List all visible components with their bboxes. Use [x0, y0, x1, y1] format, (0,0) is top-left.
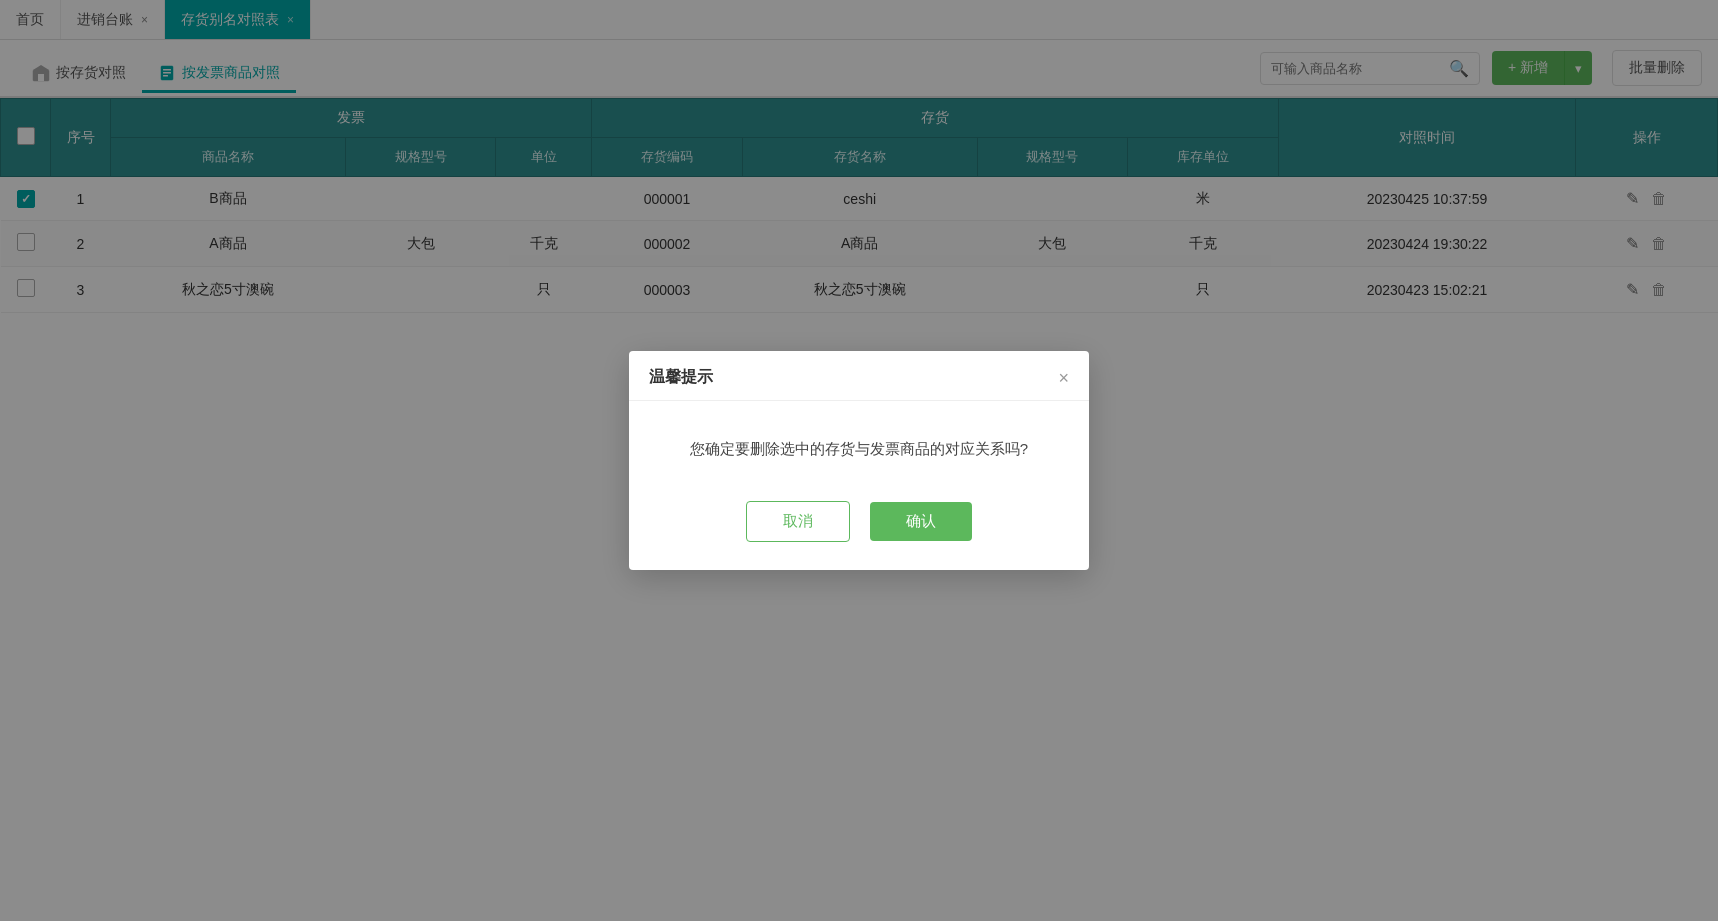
- cancel-button[interactable]: 取消: [746, 501, 850, 542]
- dialog-message: 您确定要删除选中的存货与发票商品的对应关系吗?: [690, 440, 1028, 457]
- cancel-label: 取消: [783, 512, 813, 529]
- dialog-header: 温馨提示 ×: [629, 351, 1089, 401]
- dialog-footer: 取消 确认: [629, 485, 1089, 570]
- dialog-title: 温馨提示: [649, 367, 713, 388]
- dialog-close-button[interactable]: ×: [1058, 369, 1069, 387]
- confirm-dialog: 温馨提示 × 您确定要删除选中的存货与发票商品的对应关系吗? 取消 确认: [629, 351, 1089, 570]
- dialog-overlay: 温馨提示 × 您确定要删除选中的存货与发票商品的对应关系吗? 取消 确认: [0, 0, 1718, 921]
- dialog-body: 您确定要删除选中的存货与发票商品的对应关系吗?: [629, 401, 1089, 485]
- confirm-button[interactable]: 确认: [870, 502, 972, 541]
- confirm-label: 确认: [906, 512, 936, 529]
